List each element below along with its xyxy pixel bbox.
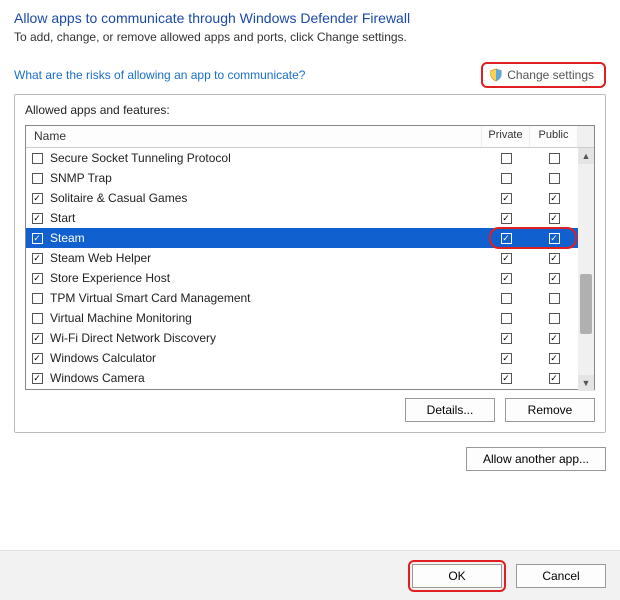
table-row[interactable]: Virtual Machine Monitoring — [26, 308, 594, 328]
shield-icon — [489, 68, 503, 82]
app-name: Wi-Fi Direct Network Discovery — [48, 331, 482, 345]
public-checkbox[interactable] — [549, 273, 560, 284]
public-checkbox[interactable] — [549, 373, 560, 384]
table-row[interactable]: Solitaire & Casual Games — [26, 188, 594, 208]
table-row[interactable]: SNMP Trap — [26, 168, 594, 188]
enable-checkbox[interactable] — [32, 273, 43, 284]
allow-another-app-button[interactable]: Allow another app... — [466, 447, 606, 471]
public-checkbox[interactable] — [549, 173, 560, 184]
remove-button[interactable]: Remove — [505, 398, 595, 422]
public-checkbox[interactable] — [549, 313, 560, 324]
risks-link[interactable]: What are the risks of allowing an app to… — [14, 68, 305, 82]
scrollbar[interactable]: ▲ ▼ — [578, 148, 594, 391]
private-checkbox[interactable] — [501, 233, 512, 244]
public-checkbox[interactable] — [549, 213, 560, 224]
private-checkbox[interactable] — [501, 213, 512, 224]
enable-checkbox[interactable] — [32, 213, 43, 224]
app-name: Solitaire & Casual Games — [48, 191, 482, 205]
app-name: TPM Virtual Smart Card Management — [48, 291, 482, 305]
page-subtitle: To add, change, or remove allowed apps a… — [14, 30, 606, 44]
private-checkbox[interactable] — [501, 353, 512, 364]
private-checkbox[interactable] — [501, 173, 512, 184]
private-checkbox[interactable] — [501, 253, 512, 264]
apps-list[interactable]: Name Private Public Secure Socket Tunnel… — [25, 125, 595, 390]
public-checkbox[interactable] — [549, 233, 560, 244]
app-name: Windows Camera — [48, 371, 482, 385]
change-settings-button[interactable]: Change settings — [481, 62, 606, 88]
private-checkbox[interactable] — [501, 373, 512, 384]
public-checkbox[interactable] — [549, 293, 560, 304]
table-row[interactable]: Secure Socket Tunneling Protocol — [26, 148, 594, 168]
enable-checkbox[interactable] — [32, 173, 43, 184]
column-header-name[interactable]: Name — [26, 126, 482, 147]
scroll-down-button[interactable]: ▼ — [578, 375, 594, 391]
enable-checkbox[interactable] — [32, 353, 43, 364]
app-name: Steam — [48, 231, 482, 245]
app-name: SNMP Trap — [48, 171, 482, 185]
scroll-up-button[interactable]: ▲ — [578, 148, 594, 164]
allowed-apps-groupbox: Allowed apps and features: Name Private … — [14, 94, 606, 433]
enable-checkbox[interactable] — [32, 293, 43, 304]
details-button[interactable]: Details... — [405, 398, 495, 422]
cancel-button[interactable]: Cancel — [516, 564, 606, 588]
enable-checkbox[interactable] — [32, 333, 43, 344]
page-title: Allow apps to communicate through Window… — [14, 10, 606, 26]
app-name: Steam Web Helper — [48, 251, 482, 265]
private-checkbox[interactable] — [501, 153, 512, 164]
enable-checkbox[interactable] — [32, 373, 43, 384]
public-checkbox[interactable] — [549, 253, 560, 264]
public-checkbox[interactable] — [549, 193, 560, 204]
app-name: Start — [48, 211, 482, 225]
table-row[interactable]: Store Experience Host — [26, 268, 594, 288]
table-row[interactable]: TPM Virtual Smart Card Management — [26, 288, 594, 308]
private-checkbox[interactable] — [501, 333, 512, 344]
groupbox-label: Allowed apps and features: — [25, 103, 595, 117]
private-checkbox[interactable] — [501, 293, 512, 304]
enable-checkbox[interactable] — [32, 233, 43, 244]
ok-button[interactable]: OK — [412, 564, 502, 588]
enable-checkbox[interactable] — [32, 253, 43, 264]
dialog-footer: OK Cancel — [0, 550, 620, 600]
app-name: Windows Calculator — [48, 351, 482, 365]
public-checkbox[interactable] — [549, 353, 560, 364]
table-row[interactable]: Windows Calculator — [26, 348, 594, 368]
public-checkbox[interactable] — [549, 333, 560, 344]
private-checkbox[interactable] — [501, 313, 512, 324]
table-row[interactable]: Steam — [26, 228, 594, 248]
app-name: Virtual Machine Monitoring — [48, 311, 482, 325]
enable-checkbox[interactable] — [32, 313, 43, 324]
enable-checkbox[interactable] — [32, 153, 43, 164]
app-name: Secure Socket Tunneling Protocol — [48, 151, 482, 165]
table-row[interactable]: Wi-Fi Direct Network Discovery — [26, 328, 594, 348]
table-row[interactable]: Windows Camera — [26, 368, 594, 388]
enable-checkbox[interactable] — [32, 193, 43, 204]
app-name: Store Experience Host — [48, 271, 482, 285]
column-header-public[interactable]: Public — [530, 126, 578, 147]
table-row[interactable]: Steam Web Helper — [26, 248, 594, 268]
public-checkbox[interactable] — [549, 153, 560, 164]
scroll-thumb[interactable] — [580, 274, 592, 334]
scroll-track[interactable] — [578, 164, 594, 375]
private-checkbox[interactable] — [501, 273, 512, 284]
table-row[interactable]: Start — [26, 208, 594, 228]
private-checkbox[interactable] — [501, 193, 512, 204]
change-settings-label: Change settings — [507, 68, 594, 82]
column-header-private[interactable]: Private — [482, 126, 530, 147]
